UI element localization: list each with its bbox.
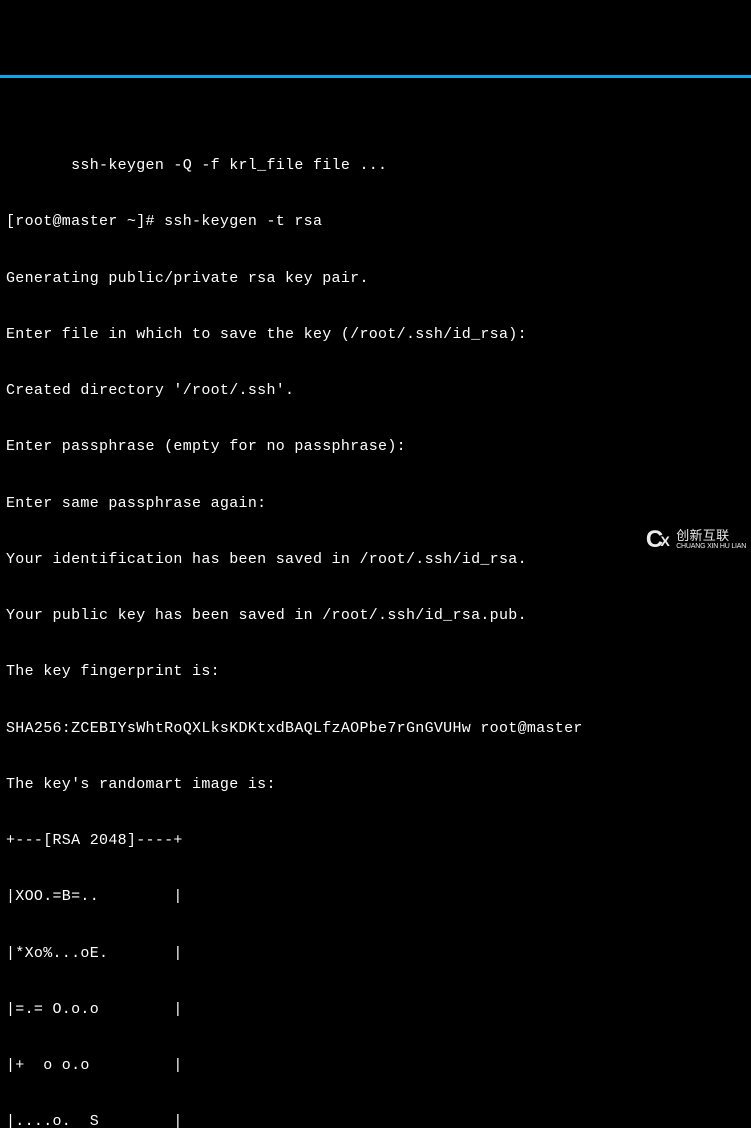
terminal-line: +---[RSA 2048]----+ — [6, 832, 745, 851]
watermark-text: 创新互联 CHUANG XIN HU LIAN — [676, 529, 746, 551]
terminal-line: [root@master ~]# ssh-keygen -t rsa — [6, 213, 745, 232]
terminal-line: |....o. S | — [6, 1113, 745, 1128]
terminal-line: Enter same passphrase again: — [6, 495, 745, 514]
terminal-line: The key fingerprint is: — [6, 663, 745, 682]
terminal-line: Enter passphrase (empty for no passphras… — [6, 438, 745, 457]
terminal-line: Your identification has been saved in /r… — [6, 551, 745, 570]
terminal-line: |=.= O.o.o | — [6, 1001, 745, 1020]
watermark-logo: C X 创新互联 CHUANG XIN HU LIAN — [646, 522, 746, 558]
terminal-line: |XOO.=B=.. | — [6, 888, 745, 907]
terminal-line: |*Xo%...oE. | — [6, 945, 745, 964]
terminal-viewport[interactable]: ssh-keygen -Q -f krl_file file ... [root… — [0, 116, 751, 1128]
terminal-line: SHA256:ZCEBIYsWhtRoQXLksKDKtxdBAQLfzAOPb… — [6, 720, 745, 739]
terminal-line: ssh-keygen -Q -f krl_file file ... — [6, 157, 745, 176]
terminal-line: The key's randomart image is: — [6, 776, 745, 795]
terminal-line: |+ o o.o | — [6, 1057, 745, 1076]
terminal-line: Generating public/private rsa key pair. — [6, 270, 745, 289]
watermark-text-cn: 创新互联 — [676, 529, 746, 543]
watermark-icon: C X — [646, 528, 673, 552]
terminal-line: Created directory '/root/.ssh'. — [6, 382, 745, 401]
watermark-text-en: CHUANG XIN HU LIAN — [676, 543, 746, 551]
window-top-border — [0, 75, 751, 78]
terminal-line: Enter file in which to save the key (/ro… — [6, 326, 745, 345]
watermark-icon-x: X — [661, 534, 671, 548]
terminal-line: Your public key has been saved in /root/… — [6, 607, 745, 626]
